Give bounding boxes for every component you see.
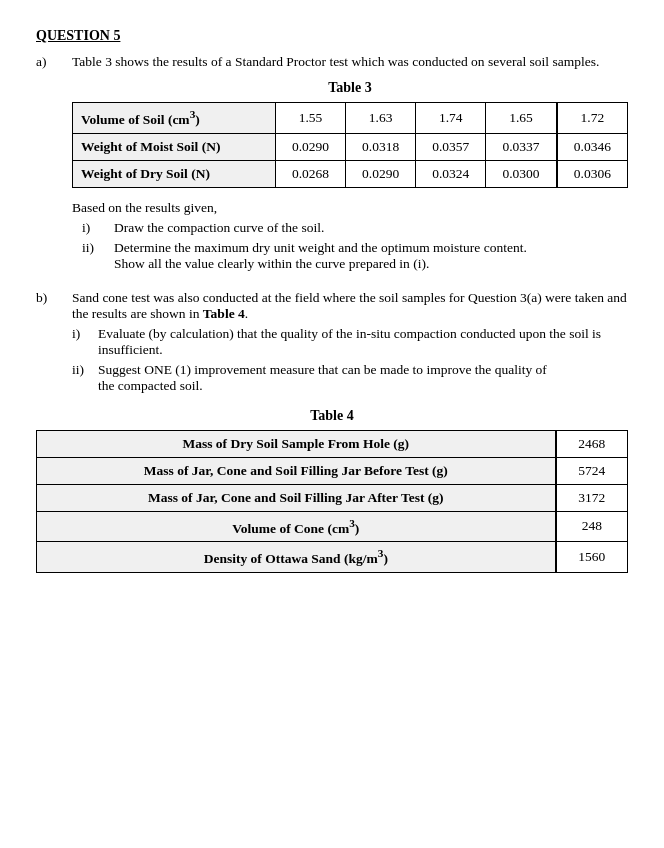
table-cell-last: 1.72 <box>557 103 628 134</box>
table-cell: 1.65 <box>486 103 557 134</box>
t4-row-header-5: Density of Ottawa Sand (kg/m3) <box>37 542 556 573</box>
table-row: Mass of Jar, Cone and Soil Filling Jar B… <box>37 457 628 484</box>
table-cell: 0.0318 <box>346 133 416 160</box>
table-cell-last: 0.0306 <box>557 160 628 187</box>
table-cell: 1.74 <box>416 103 486 134</box>
row-header-volume: Volume of Soil (cm3) <box>73 103 276 134</box>
table-cell: 0.0337 <box>486 133 557 160</box>
table-row: Weight of Moist Soil (N) 0.0290 0.0318 0… <box>73 133 628 160</box>
table-row: Weight of Dry Soil (N) 0.0268 0.0290 0.0… <box>73 160 628 187</box>
table4-caption: Table 4 <box>36 408 628 424</box>
table-row: Mass of Dry Soil Sample From Hole (g) 24… <box>37 430 628 457</box>
sub-label-i: i) <box>82 220 114 236</box>
sub-item-i: i) Draw the compaction curve of the soil… <box>82 220 628 236</box>
table-cell: 1.55 <box>275 103 345 134</box>
sub-item-ii: ii) Determine the maximum dry unit weigh… <box>82 240 628 272</box>
table-row: Mass of Jar, Cone and Soil Filling Jar A… <box>37 484 628 511</box>
t4-value-5: 1560 <box>556 542 628 573</box>
sub-label-ii: ii) <box>82 240 114 272</box>
table4: Mass of Dry Soil Sample From Hole (g) 24… <box>36 430 628 573</box>
part-b-content: Sand cone test was also conducted at the… <box>72 290 628 398</box>
part-a-intro: Table 3 shows the results of a Standard … <box>72 54 599 69</box>
table-cell: 0.0324 <box>416 160 486 187</box>
part-b-sub-item-ii: ii) Suggest ONE (1) improvement measure … <box>72 362 628 394</box>
table-cell: 0.0290 <box>346 160 416 187</box>
part-b-sub-item-i: i) Evaluate (by calculation) that the qu… <box>72 326 628 358</box>
table3-caption: Table 3 <box>72 80 628 96</box>
table-cell: 1.63 <box>346 103 416 134</box>
question-title: QUESTION 5 <box>36 28 628 44</box>
table-cell: 0.0357 <box>416 133 486 160</box>
part-b-sub-content-ii: Suggest ONE (1) improvement measure that… <box>98 362 628 394</box>
table3: Volume of Soil (cm3) 1.55 1.63 1.74 1.65… <box>72 102 628 188</box>
t4-value-2: 5724 <box>556 457 628 484</box>
t4-row-header-4: Volume of Cone (cm3) <box>37 511 556 542</box>
results-intro: Based on the results given, <box>72 200 628 216</box>
row-header-moist: Weight of Moist Soil (N) <box>73 133 276 160</box>
table-row: Density of Ottawa Sand (kg/m3) 1560 <box>37 542 628 573</box>
table-cell: 0.0290 <box>275 133 345 160</box>
part-b-text: Sand cone test was also conducted at the… <box>72 290 628 322</box>
part-b-sub-content-i: Evaluate (by calculation) that the quali… <box>98 326 628 358</box>
row-header-dry: Weight of Dry Soil (N) <box>73 160 276 187</box>
t4-row-header-1: Mass of Dry Soil Sample From Hole (g) <box>37 430 556 457</box>
table-row: Volume of Soil (cm3) 1.55 1.63 1.74 1.65… <box>73 103 628 134</box>
part-b-sub-label-i: i) <box>72 326 98 358</box>
table-cell: 0.0300 <box>486 160 557 187</box>
part-b-sub-label-ii: ii) <box>72 362 98 394</box>
part-a-label: a) <box>36 54 72 276</box>
t4-value-1: 2468 <box>556 430 628 457</box>
t4-value-4: 248 <box>556 511 628 542</box>
sub-content-ii: Determine the maximum dry unit weight an… <box>114 240 628 272</box>
table-cell-last: 0.0346 <box>557 133 628 160</box>
table4-ref: Table 4 <box>203 306 245 321</box>
t4-value-3: 3172 <box>556 484 628 511</box>
t4-row-header-2: Mass of Jar, Cone and Soil Filling Jar B… <box>37 457 556 484</box>
t4-row-header-3: Mass of Jar, Cone and Soil Filling Jar A… <box>37 484 556 511</box>
part-b-label: b) <box>36 290 72 398</box>
sub-content-i: Draw the compaction curve of the soil. <box>114 220 628 236</box>
table-row: Volume of Cone (cm3) 248 <box>37 511 628 542</box>
table-cell: 0.0268 <box>275 160 345 187</box>
